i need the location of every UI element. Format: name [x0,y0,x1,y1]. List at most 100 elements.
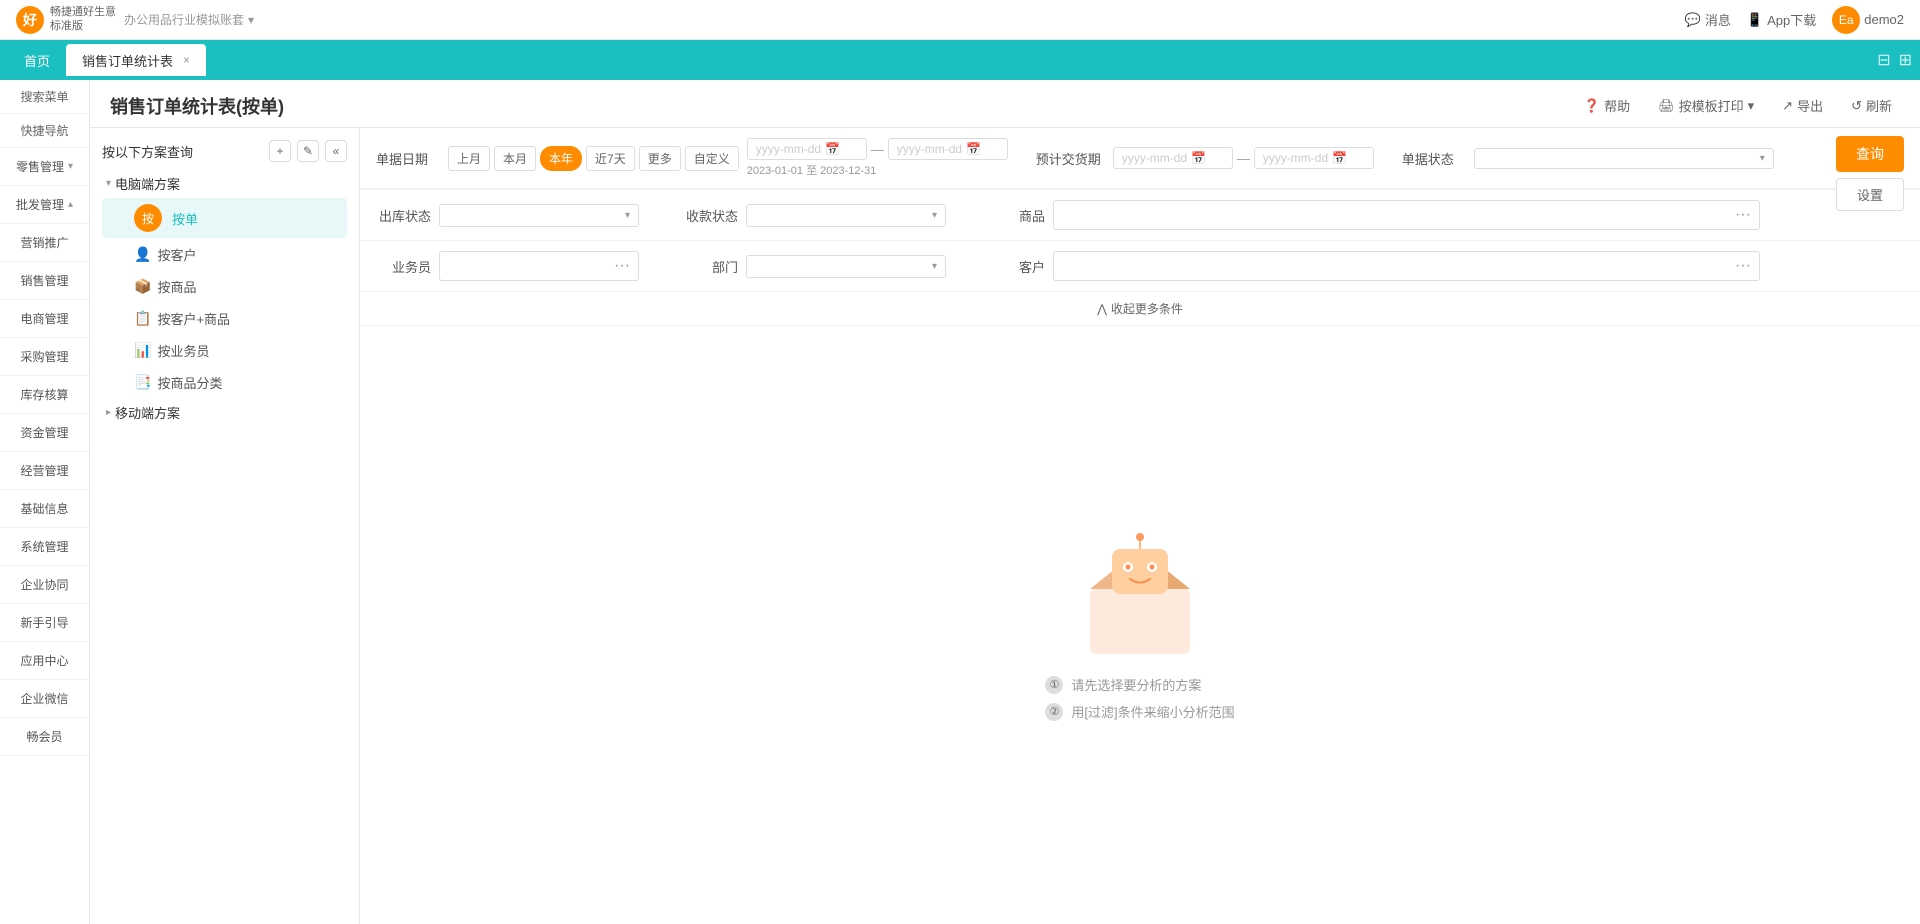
date-filter-group: 上月 本月 本年 近7天 更多 自定义 yyyy-mm-dd 📅 [448,138,1008,178]
sidebar-section-purchase: 采购管理 [0,338,89,376]
sidebar-section-wechat: 企业微信 [0,680,89,718]
tab-maximize-icon[interactable]: ⊞ [1899,50,1912,70]
user-avatar-area[interactable]: Ea demo2 [1832,6,1904,34]
date-separator: — [871,142,884,157]
tree-node-by-category[interactable]: 📑 按商品分类 [102,367,347,398]
tab-minimize-icon[interactable]: ⊟ [1877,50,1890,70]
query-button[interactable]: 查询 [1836,136,1904,172]
date-btn-custom[interactable]: 自定义 [685,146,739,171]
message-button[interactable]: 💬 消息 [1685,10,1731,29]
sidebar-item-apps[interactable]: 应用中心 [0,642,89,679]
date-btn-last-7[interactable]: 近7天 [586,146,635,171]
goods-input[interactable]: ··· [1053,200,1760,230]
expected-date-separator: — [1237,151,1250,166]
sidebar-item-marketing[interactable]: 营销推广 [0,224,89,261]
tip-2-num: ② [1045,703,1063,721]
payment-caret [932,210,937,221]
bill-status-select[interactable] [1474,148,1774,169]
filter-row-3: 业务员 ··· 部门 客户 [360,241,1920,292]
delivery-status-select[interactable] [439,204,639,227]
date-from-input[interactable]: yyyy-mm-dd 📅 [747,138,867,160]
sidebar-quick-nav[interactable]: 快捷导航 [0,114,89,148]
export-icon: ↗ [1782,98,1793,114]
customer-input[interactable]: ··· [1053,251,1760,281]
tree-mobile-section-header[interactable]: ▸ 移动端方案 [98,399,351,426]
date-btn-more[interactable]: 更多 [639,146,681,171]
date-btn-last-month[interactable]: 上月 [448,146,490,171]
sidebar-item-finance[interactable]: 资金管理 [0,414,89,451]
sidebar-item-basic[interactable]: 基础信息 [0,490,89,527]
right-panel: 单据日期 上月 本月 本年 近7天 更多 自定义 yyyy-mm [360,128,1920,924]
tree-edit-button[interactable]: ✎ [297,140,319,162]
customer-label: 客户 [990,257,1045,276]
export-button[interactable]: ↗ 导出 [1774,92,1831,119]
sidebar-item-inventory[interactable]: 库存核算 [0,376,89,413]
tree-node-by-customer-goods[interactable]: 📋 按客户+商品 [102,303,347,334]
filter-salesperson: 业务员 ··· [376,251,639,281]
sidebar-item-sales[interactable]: 销售管理 [0,262,89,299]
filter-customer: 客户 ··· [990,251,1760,281]
sidebar-section-member: 畅会员 [0,718,89,756]
sidebar-item-system[interactable]: 系统管理 [0,528,89,565]
sidebar-section-retail: 零售管理 ▾ [0,148,89,186]
expected-date-label: 预计交货期 [1036,149,1101,168]
sidebar-section-basic: 基础信息 [0,490,89,528]
app-title[interactable]: 办公用品行业模拟账套 ▾ [124,11,254,28]
sidebar-item-ecommerce[interactable]: 电商管理 [0,300,89,337]
date-btn-this-year[interactable]: 本年 [540,146,582,171]
sidebar-item-operations[interactable]: 经营管理 [0,452,89,489]
empty-svg [1060,529,1220,659]
refresh-button[interactable]: ↺ 刷新 [1843,92,1900,119]
tree-desktop-section-header[interactable]: ▾ 电脑端方案 [98,170,351,197]
sidebar-item-enterprise[interactable]: 企业协同 [0,566,89,603]
date-btn-this-month[interactable]: 本月 [494,146,536,171]
salesperson-input[interactable]: ··· [439,251,639,281]
setting-button[interactable]: 设置 [1836,178,1904,211]
bill-status-caret [1760,153,1765,164]
date-to-input[interactable]: yyyy-mm-dd 📅 [888,138,1008,160]
tab-close-icon[interactable]: × [183,53,190,67]
customer-dots[interactable]: ··· [1735,257,1751,275]
payment-status-select[interactable] [746,204,946,227]
sidebar-search-menu[interactable]: 搜索菜单 [0,80,89,114]
sidebar-item-newbie[interactable]: 新手引导 [0,604,89,641]
tree-node-by-goods[interactable]: 📦 按商品 [102,271,347,302]
print-icon: 🖨 [1658,98,1675,114]
help-button[interactable]: ❓ 帮助 [1576,92,1638,119]
sidebar-section-enterprise: 企业协同 [0,566,89,604]
collapse-bar[interactable]: ⋀ 收起更多条件 [360,292,1920,326]
filter-row-1-container: 单据日期 上月 本月 本年 近7天 更多 自定义 yyyy-mm [360,128,1920,190]
salesperson-dots[interactable]: ··· [614,257,630,275]
sidebar-item-wechat[interactable]: 企业微信 [0,680,89,717]
tree-collapse-button[interactable]: « [325,140,347,162]
department-select[interactable] [746,255,946,278]
customer-goods-icon: 📋 [134,310,151,327]
customer-icon: 👤 [134,246,151,263]
department-label: 部门 [683,257,738,276]
sidebar-section-sales: 销售管理 [0,262,89,300]
sidebar-section-system: 系统管理 [0,528,89,566]
sidebar-item-member[interactable]: 畅会员 [0,718,89,755]
tree-add-button[interactable]: + [269,140,291,162]
tab-active[interactable]: 销售订单统计表 × [66,44,206,76]
page-header: 销售订单统计表(按单) ❓ 帮助 🖨 按模板打印 ▾ ↗ 导出 ↺ 刷新 [90,80,1920,128]
expected-to-input[interactable]: yyyy-mm-dd 📅 [1254,147,1374,169]
salesperson-label: 业务员 [376,257,431,276]
sidebar-item-wholesale[interactable]: 批发管理 ▴ [0,186,89,223]
tab-home[interactable]: 首页 [8,44,66,76]
tree-node-by-order[interactable]: 按 按单 [102,198,347,238]
sidebar-item-retail[interactable]: 零售管理 ▾ [0,148,89,185]
tree-node-by-customer[interactable]: 👤 按客户 [102,239,347,270]
goods-dots[interactable]: ··· [1735,206,1751,224]
expected-from-input[interactable]: yyyy-mm-dd 📅 [1113,147,1233,169]
help-icon: ❓ [1584,98,1600,114]
sidebar-section-marketing: 营销推广 [0,224,89,262]
logo-area: 好 畅捷通好生意 标准版 [16,6,116,34]
goods-icon: 📦 [134,278,151,295]
print-button[interactable]: 🖨 按模板打印 ▾ [1650,92,1762,119]
logo-text: 畅捷通好生意 标准版 [50,6,116,32]
sidebar-item-purchase[interactable]: 采购管理 [0,338,89,375]
app-download-button[interactable]: 📱 App下载 [1747,10,1816,29]
tree-node-by-salesperson[interactable]: 📊 按业务员 [102,335,347,366]
date-label: 单据日期 [376,149,436,168]
